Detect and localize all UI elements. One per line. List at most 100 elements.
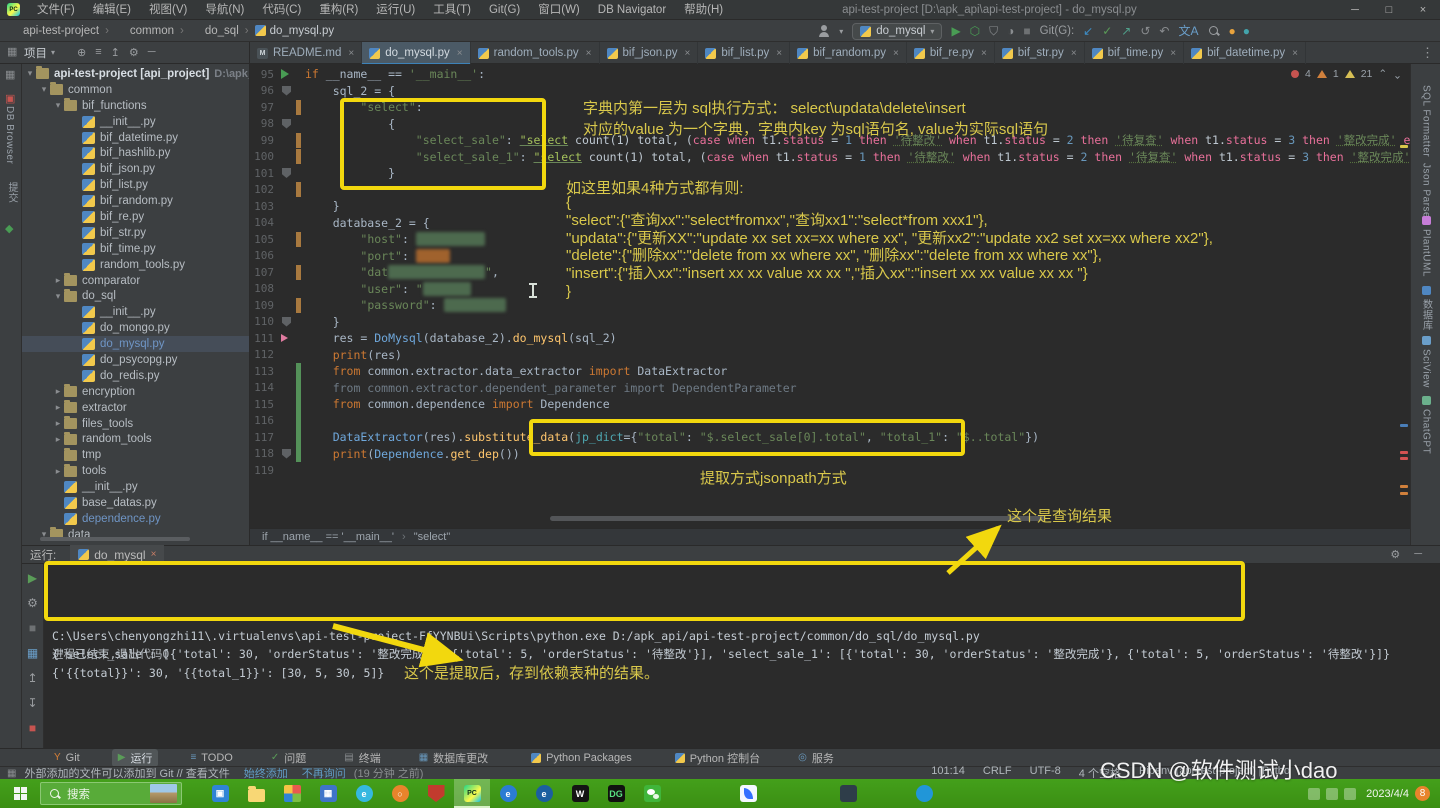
taskbar-wechat-icon[interactable] [634, 779, 670, 808]
sidebar-item-commit[interactable]: 提交 [4, 182, 19, 203]
rollback-icon[interactable]: ↶ [1159, 20, 1169, 42]
code-line[interactable]: 99 "select_sale": "select count(1) total… [250, 132, 1410, 149]
tray-icon[interactable] [1344, 787, 1357, 800]
tree-arrow-icon[interactable]: ▾ [24, 68, 36, 79]
run-configuration-select[interactable]: do_mysql ▾ [852, 22, 943, 40]
code-line[interactable]: 105 "host": ########## [250, 231, 1410, 248]
close-tab-icon[interactable]: × [981, 48, 987, 59]
tree-row[interactable]: ▸ comparator [22, 273, 249, 289]
breadcrumb-item[interactable]: common [99, 25, 174, 37]
menu-item[interactable]: DB Navigator [589, 0, 675, 20]
breadcrumb-key[interactable]: "select" [414, 531, 451, 543]
code-line[interactable]: 101 } [250, 165, 1410, 182]
console-view-icon[interactable]: ▦ [27, 647, 38, 660]
run-settings-icon[interactable]: ⚙ [27, 597, 38, 610]
tree-row[interactable]: bif_hashlib.py [22, 145, 249, 161]
tool-window-button[interactable]: ◎ 服务 [792, 749, 840, 767]
tree-row[interactable]: bif_datetime.py [22, 130, 249, 146]
tree-row[interactable]: do_mysql.py [22, 336, 249, 353]
tool-window-button[interactable]: ≡ TODO [184, 751, 238, 765]
taskbar-file-explorer-icon[interactable] [238, 779, 274, 808]
search-daily-image[interactable] [150, 784, 177, 803]
stop-button[interactable]: ■ [1023, 20, 1030, 42]
taskbar-security-icon[interactable] [418, 779, 454, 808]
project-panel-title[interactable]: 项目 [24, 45, 47, 61]
locate-file-icon[interactable]: ⊕ [77, 46, 86, 59]
tree-arrow-icon[interactable]: ▸ [52, 275, 64, 286]
code-line[interactable]: 110 } [250, 314, 1410, 331]
code-line[interactable]: 104 database_2 = { [250, 215, 1410, 232]
user-account-icon[interactable] [818, 25, 830, 37]
tree-arrow-icon[interactable]: ▸ [52, 434, 64, 445]
tree-arrow-icon[interactable]: ▸ [52, 466, 64, 477]
close-button[interactable]: × [1406, 0, 1440, 20]
close-tab-icon[interactable]: × [348, 48, 354, 59]
tool-window-button[interactable]: ✓ 问题 [265, 749, 312, 767]
plugin-orange-icon[interactable]: ● [1229, 20, 1236, 42]
notification-badge[interactable]: 8 [1415, 786, 1430, 801]
sidebar-item[interactable]: SQL Formatter [1411, 72, 1440, 157]
code-line[interactable]: 106 "port": ##### [250, 248, 1410, 265]
code-line[interactable]: 95 if __name__ == '__main__': [250, 66, 1410, 83]
taskbar-blue-app-icon[interactable] [906, 779, 942, 808]
tray-icon[interactable] [1326, 787, 1339, 800]
tree-scrollbar[interactable] [40, 537, 190, 541]
menu-item[interactable]: 编辑(E) [84, 0, 140, 20]
editor-tab[interactable]: bif_datetime.py × [1184, 42, 1306, 64]
tool-windows-toggle-icon[interactable]: ▦ [7, 768, 16, 779]
hide-panel-icon[interactable]: ─ [148, 46, 156, 59]
taskbar-date[interactable]: 2023/4/4 [1366, 788, 1409, 800]
breadcrumb-item[interactable]: do_sql [174, 25, 239, 37]
tree-row[interactable]: ▸ files_tools [22, 416, 249, 432]
editor-tab[interactable]: bif_random.py × [790, 42, 907, 64]
translate-icon[interactable]: 文A [1178, 20, 1198, 42]
editor-tab[interactable]: bif_time.py × [1085, 42, 1185, 64]
code-line[interactable]: 98 { [250, 116, 1410, 133]
tree-row[interactable]: bif_re.py [22, 209, 249, 225]
code-line[interactable]: 114 from common.extractor.dependent_para… [250, 379, 1410, 396]
scroll-up-icon[interactable]: ↥ [27, 672, 37, 685]
commit-diamond-icon[interactable]: ◆ [5, 222, 13, 235]
code-line[interactable]: 109 "password": ######### [250, 297, 1410, 314]
prev-error-icon[interactable]: ⌃ [1378, 68, 1387, 80]
editor-tab[interactable]: bif_str.py × [995, 42, 1085, 64]
breadcrumb-item[interactable]: do_mysql.py [239, 25, 334, 37]
tree-row[interactable]: __init__.py [22, 479, 249, 495]
tree-row[interactable]: do_psycopg.py [22, 352, 249, 368]
sidebar-item[interactable]: 数据库 [1411, 286, 1440, 331]
next-error-icon[interactable]: ⌃ [1393, 68, 1402, 80]
taskbar-search-input[interactable]: 搜索 [40, 782, 182, 805]
breadcrumb-item[interactable]: api-test-project [8, 25, 99, 37]
tree-row[interactable]: ▾ api-test-project [api_project]D:\apk_a… [22, 66, 249, 82]
close-tab-icon[interactable]: × [893, 48, 899, 59]
code-line[interactable]: 103 } [250, 198, 1410, 215]
breadcrumb-scope[interactable]: if __name__ == '__main__' [262, 531, 394, 543]
tree-arrow-icon[interactable]: ▸ [52, 402, 64, 413]
tree-row[interactable]: bif_list.py [22, 177, 249, 193]
editor-tab[interactable]: do_mysql.py × [362, 42, 471, 65]
gutter-icon[interactable] [282, 448, 291, 459]
tree-row[interactable]: bif_random.py [22, 193, 249, 209]
tree-row[interactable]: random_tools.py [22, 257, 249, 273]
menu-item[interactable]: 导航(N) [196, 0, 253, 20]
close-tab-icon[interactable]: × [1292, 48, 1298, 59]
debug-button[interactable]: ⬡ [970, 20, 980, 42]
close-tab-icon[interactable]: × [776, 48, 782, 59]
editor-tab[interactable]: bif_list.py × [698, 42, 791, 64]
run-settings-gear-icon[interactable]: ⚙ [1390, 548, 1400, 561]
run-tab[interactable]: do_mysql × [70, 545, 165, 564]
tree-row[interactable]: ▸ tools [22, 463, 249, 479]
tree-row[interactable]: do_mongo.py [22, 320, 249, 336]
tree-row[interactable]: bif_str.py [22, 225, 249, 241]
tree-row[interactable]: bif_json.py [22, 161, 249, 177]
taskbar-edge-dev-icon[interactable]: e [526, 779, 562, 808]
plugin-teal-icon[interactable]: ● [1243, 20, 1250, 42]
tool-window-icon[interactable]: ▦ [5, 68, 15, 81]
code-editor[interactable]: 95 if __name__ == '__main__': 96 sql_2 =… [250, 64, 1410, 528]
tree-row[interactable]: ▸ encryption [22, 384, 249, 400]
tree-row[interactable]: bif_time.py [22, 241, 249, 257]
code-line[interactable]: 117 DataExtractor(res).substitute_data(j… [250, 429, 1410, 446]
collapse-all-icon[interactable]: ↥ [111, 46, 120, 59]
code-line[interactable]: 108 "user": "####### [250, 281, 1410, 298]
tool-window-button[interactable]: Y Git [48, 751, 86, 765]
